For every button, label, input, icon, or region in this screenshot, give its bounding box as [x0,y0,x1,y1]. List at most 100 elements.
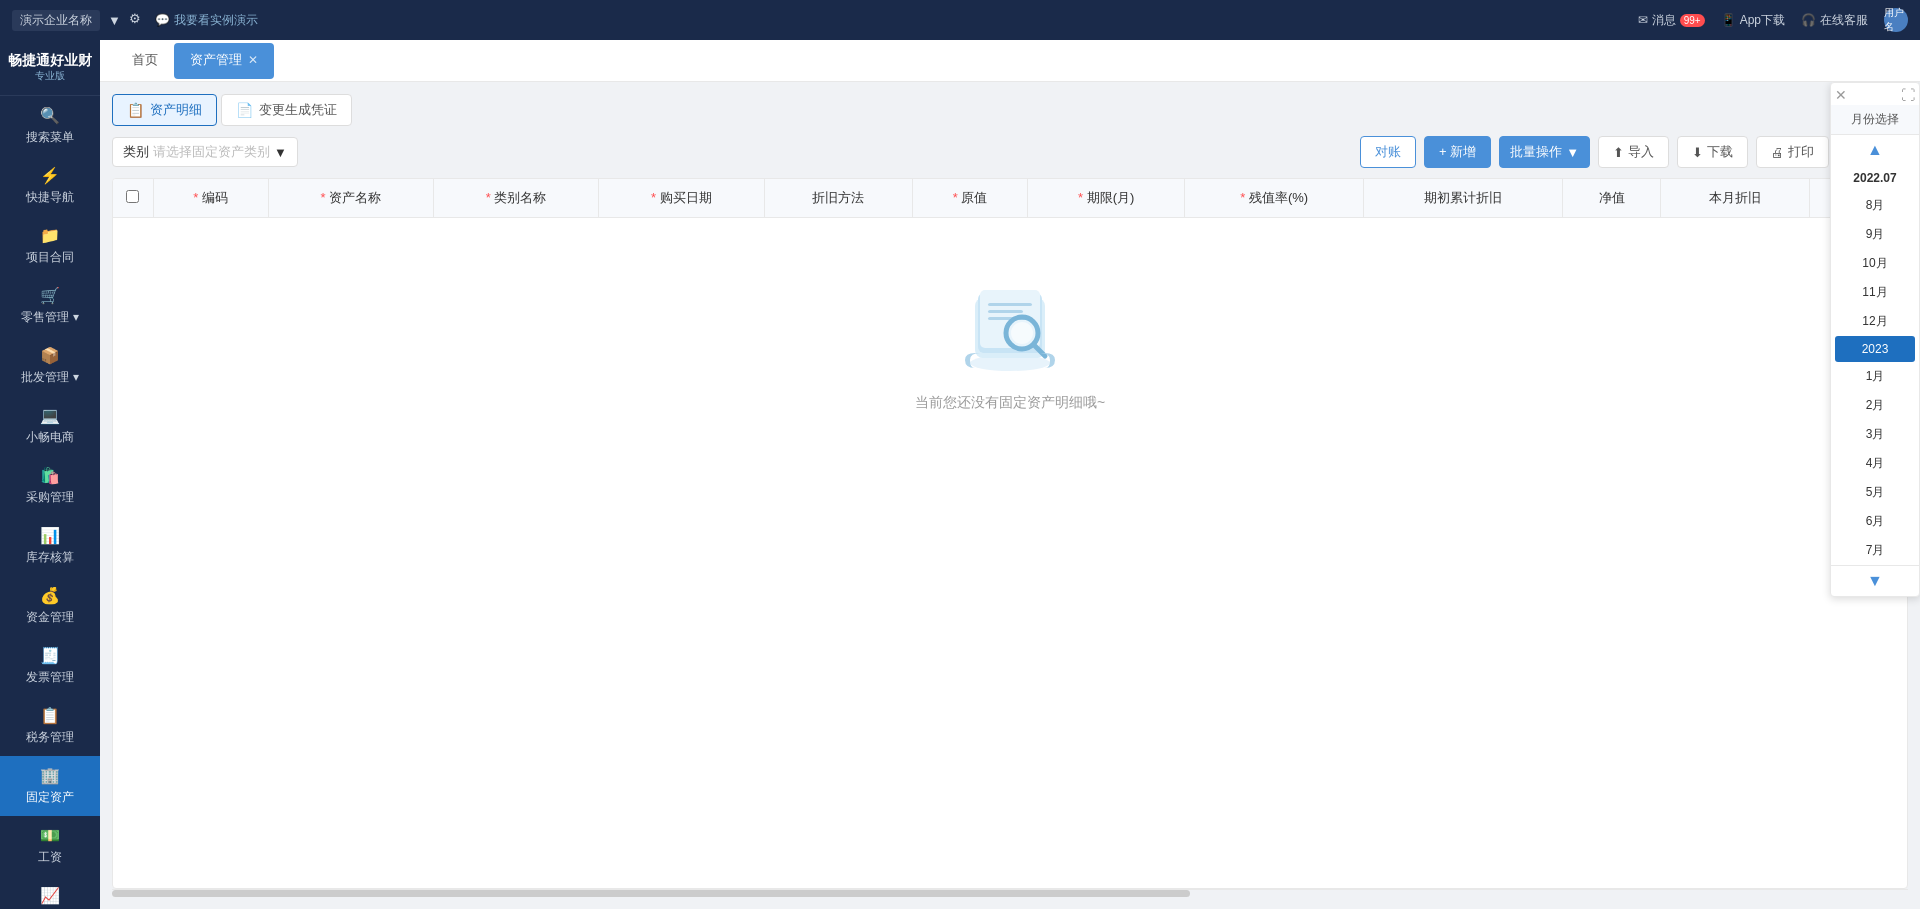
empty-text: 当前您还没有固定资产明细哦~ [915,394,1105,412]
empty-row: 当前您还没有固定资产明细哦~ [113,218,1907,473]
print-btn[interactable]: 🖨 打印 [1756,136,1829,168]
headset-icon: 🎧 [1801,13,1816,27]
month-item-9[interactable]: 9月 [1831,220,1919,249]
month-item-4[interactable]: 4月 [1831,449,1919,478]
app-icon: 📱 [1721,13,1736,27]
month-picker-nav-up[interactable]: ▲ [1831,135,1919,165]
scrollbar-thumb[interactable] [112,890,1190,897]
sub-tab-change-voucher[interactable]: 📄 变更生成凭证 [221,94,352,126]
change-voucher-icon: 📄 [236,102,253,118]
close-panel-icon[interactable]: ✕ [1835,87,1847,103]
user-avatar[interactable]: 用户名 [1884,8,1908,32]
sidebar-item-wholesale-mgmt[interactable]: 📦 批发管理 ▾ [0,336,100,396]
demo-link[interactable]: 💬 我要看实例演示 [155,12,258,29]
category-placeholder: 请选择固定资产类别 [153,143,270,161]
sidebar-icon-salary: 💵 [40,826,60,845]
sidebar-item-fund-mgmt[interactable]: 💰 资金管理 [0,576,100,636]
month-item-8[interactable]: 8月 [1831,191,1919,220]
sidebar-icon-quick-nav: ⚡ [40,166,60,185]
tab-close-icon[interactable]: ✕ [248,53,258,67]
message-btn[interactable]: ✉ 消息 99+ [1638,12,1705,29]
tab-bar: 首页 资产管理 ✕ [100,40,1920,82]
print-icon: 🖨 [1771,145,1784,160]
download-btn[interactable]: ⬇ 下载 [1677,136,1748,168]
month-item-3[interactable]: 3月 [1831,420,1919,449]
sidebar-logo-subtitle: 专业版 [35,69,65,83]
select-all-checkbox[interactable] [126,190,139,203]
sidebar-item-retail-mgmt[interactable]: 🛒 零售管理 ▾ [0,276,100,336]
filter-dropdown-icon: ▼ [274,145,287,160]
th-period: * 期限(月) [1028,179,1185,218]
app-download-btn[interactable]: 📱 App下载 [1721,12,1785,29]
month-item-5[interactable]: 5月 [1831,478,1919,507]
month-item-7[interactable]: 7月 [1831,536,1919,565]
batch-btn[interactable]: 批量操作 ▼ [1499,136,1590,168]
sidebar-item-search[interactable]: 🔍 搜索菜单 [0,96,100,156]
nav-up-btn[interactable]: ▲ [1861,139,1889,161]
add-btn[interactable]: + 新增 [1424,136,1491,168]
month-year-2023: 2023 [1835,336,1915,362]
sidebar: 畅捷通好业财 专业版 🔍 搜索菜单 ⚡ 快捷导航 📁 项目合同 🛒 零售管理 ▾… [0,40,100,909]
month-item-2[interactable]: 2月 [1831,391,1919,420]
sidebar-label-tax-mgmt: 税务管理 [26,729,74,746]
asset-detail-icon: 📋 [127,102,144,118]
th-residual-rate: * 残值率(%) [1185,179,1364,218]
page-content: 📋 资产明细 📄 变更生成凭证 类别 请选择固定资产类别 ▼ 对账 [100,82,1920,909]
company-dropdown-arrow[interactable]: ▼ [108,13,121,28]
month-picker-panel: ✕ ⛶ 月份选择 ▲ 2022.07 8月 9月 10月 11月 1 [1830,82,1920,597]
sidebar-item-fixed-assets[interactable]: 🏢 固定资产 [0,756,100,816]
message-badge: 99+ [1680,14,1705,27]
batch-dropdown-icon: ▼ [1566,145,1579,160]
reconcile-btn[interactable]: 对账 [1360,136,1416,168]
empty-state: 当前您还没有固定资产明细哦~ [113,218,1907,472]
sidebar-item-purchase-mgmt[interactable]: 🛍️ 采购管理 [0,456,100,516]
sidebar-label-quick-nav: 快捷导航 [26,189,74,206]
sidebar-icon-invoice-mgmt: 🧾 [40,646,60,665]
nav-down-btn[interactable]: ▼ [1861,570,1889,592]
th-purchase-date: * 购买日期 [599,179,764,218]
company-name[interactable]: 演示企业名称 [12,10,100,31]
sidebar-label-fixed-assets: 固定资产 [26,789,74,806]
sidebar-label-fund-mgmt: 资金管理 [26,609,74,626]
sidebar-item-project-contract[interactable]: 📁 项目合同 [0,216,100,276]
sidebar-item-business-mgmt[interactable]: 📈 经营管理 [0,876,100,909]
tab-home[interactable]: 首页 [116,43,174,79]
toolbar: 类别 请选择固定资产类别 ▼ 对账 + 新增 批量操作 ▼ ⬆ 导入 ⬇ [112,136,1908,168]
message-icon: ✉ [1638,13,1648,27]
sidebar-label-invoice-mgmt: 发票管理 [26,669,74,686]
import-icon: ⬆ [1613,145,1624,160]
expand-panel-icon[interactable]: ⛶ [1901,87,1915,103]
content-area: 首页 资产管理 ✕ 📋 资产明细 📄 变更生成凭证 [100,40,1920,909]
svg-rect-5 [988,310,1023,313]
sidebar-item-quick-nav[interactable]: ⚡ 快捷导航 [0,156,100,216]
month-current-display[interactable]: 2022.07 [1831,165,1919,191]
download-icon: ⬇ [1692,145,1703,160]
sidebar-item-tax-mgmt[interactable]: 📋 税务管理 [0,696,100,756]
tab-asset-mgmt[interactable]: 资产管理 ✕ [174,43,274,79]
category-filter[interactable]: 类别 请选择固定资产类别 ▼ [112,137,298,167]
svg-rect-4 [988,303,1032,306]
sub-tab-asset-detail[interactable]: 📋 资产明细 [112,94,217,126]
bottom-scrollbar[interactable] [112,889,1908,897]
svg-point-8 [1011,322,1033,344]
sidebar-label-retail-mgmt: 零售管理 ▾ [21,309,78,326]
month-item-1[interactable]: 1月 [1831,362,1919,391]
sidebar-item-ecommerce[interactable]: 💻 小畅电商 [0,396,100,456]
sidebar-icon-project-contract: 📁 [40,226,60,245]
th-net-value: 净值 [1563,179,1661,218]
toolbar-left: 类别 请选择固定资产类别 ▼ [112,137,1352,167]
month-item-10[interactable]: 10月 [1831,249,1919,278]
th-accumulated-depreciation: 期初累计折旧 [1364,179,1563,218]
sidebar-item-salary[interactable]: 💵 工资 [0,816,100,876]
month-picker-nav-down[interactable]: ▼ [1831,565,1919,596]
import-btn[interactable]: ⬆ 导入 [1598,136,1669,168]
sidebar-item-invoice-mgmt[interactable]: 🧾 发票管理 [0,636,100,696]
sidebar-item-inventory[interactable]: 📊 库存核算 [0,516,100,576]
month-item-11[interactable]: 11月 [1831,278,1919,307]
online-service-btn[interactable]: 🎧 在线客服 [1801,12,1868,29]
month-list: 2022.07 8月 9月 10月 11月 12月 2023 1月 2月 3月 … [1831,165,1919,565]
settings-icon[interactable]: ⚙ [129,11,147,29]
sidebar-label-inventory: 库存核算 [26,549,74,566]
month-item-12[interactable]: 12月 [1831,307,1919,336]
month-item-6[interactable]: 6月 [1831,507,1919,536]
